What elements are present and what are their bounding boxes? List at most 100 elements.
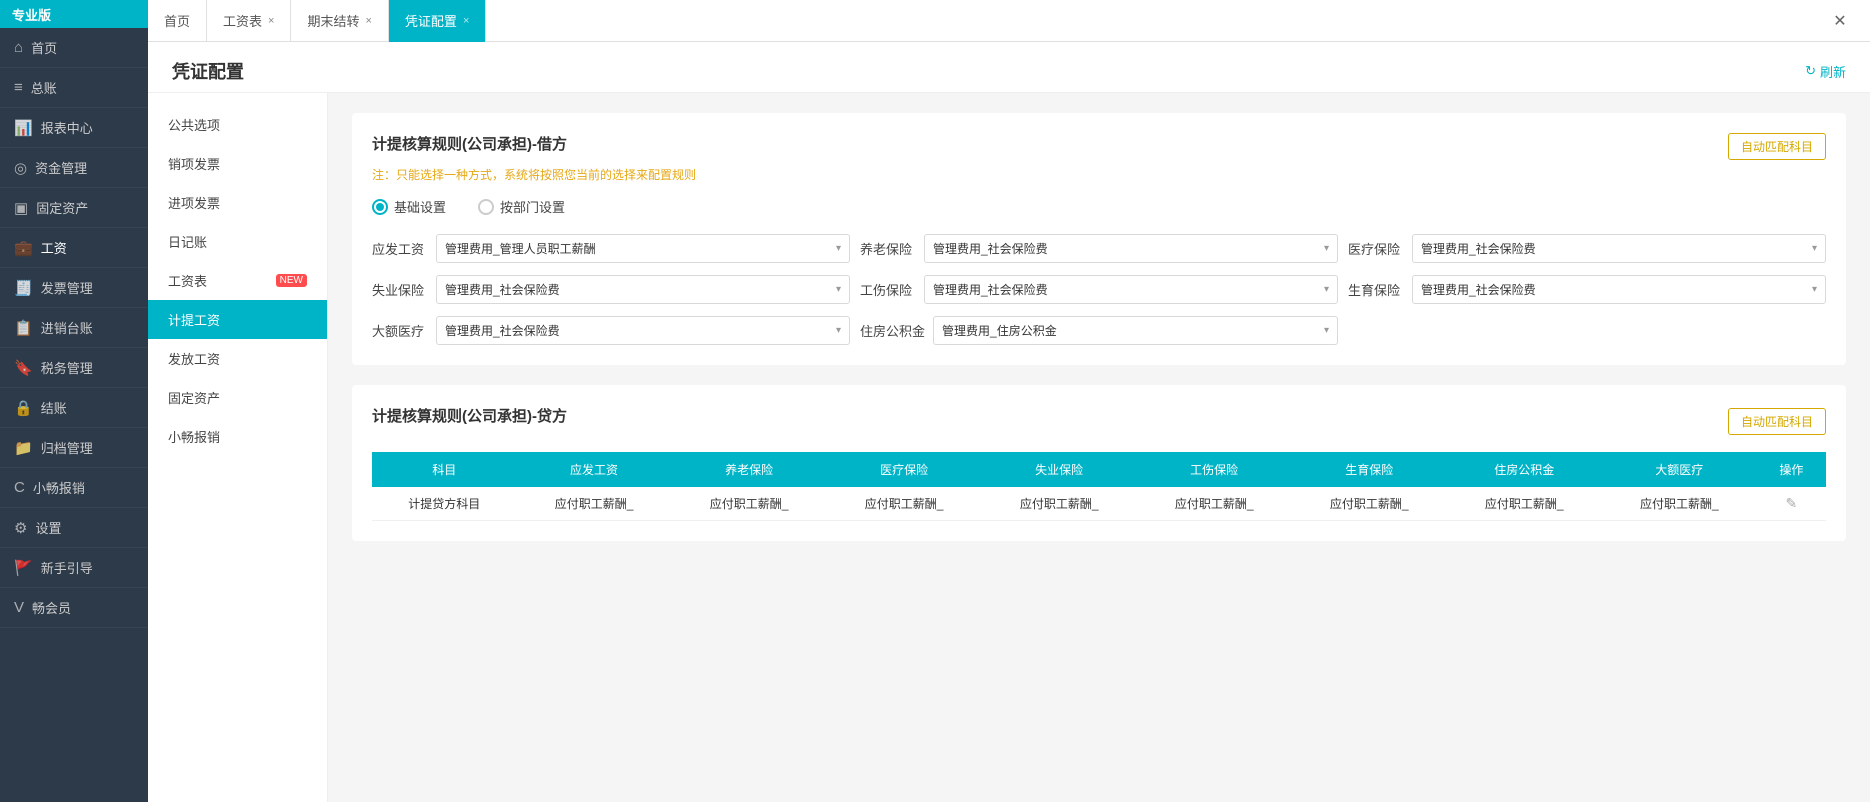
table-header-row: 科目 应发工资 养老保险 医疗保险 失业保险 工伤保险 生育保险 住房公积金 大… <box>372 452 1826 487</box>
cell-unemployment: 应付职工薪酬_ <box>982 487 1137 521</box>
side-nav-input-invoice[interactable]: 进项发票 <box>148 183 327 222</box>
sidebar: 专业版 ⌂ 首页 ≡ 总账 📊 报表中心 ◎ 资金管理 ▣ 固定资产 💼 工资 … <box>0 0 148 802</box>
field-pension-value: 管理费用_社会保险费 <box>933 240 1048 257</box>
field-major-medical: 大额医疗 管理费用_社会保险费 ▾ <box>372 316 850 345</box>
side-nav-calc-salary[interactable]: 计提工资 <box>148 300 327 339</box>
field-salary-select[interactable]: 管理费用_管理人员职工薪酬 ▾ <box>436 234 850 263</box>
field-unemployment: 失业保险 管理费用_社会保险费 ▾ <box>372 275 850 304</box>
tab-period-close[interactable]: 期末结转 × <box>291 0 388 42</box>
sidebar-item-invoice[interactable]: 🧾 发票管理 <box>0 268 148 308</box>
sidebar-item-member[interactable]: V 畅会员 <box>0 588 148 628</box>
cell-injury: 应付职工薪酬_ <box>1137 487 1292 521</box>
sidebar-item-home[interactable]: ⌂ 首页 <box>0 28 148 68</box>
ledger-icon: ≡ <box>14 79 23 96</box>
refresh-button[interactable]: ↻ 刷新 <box>1805 62 1846 81</box>
tab-period-close-close[interactable]: × <box>365 15 371 27</box>
side-nav-issue-salary[interactable]: 发放工资 <box>148 339 327 378</box>
field-housing-select[interactable]: 管理费用_住房公积金 ▾ <box>933 316 1338 345</box>
side-nav-label: 固定资产 <box>168 388 220 407</box>
table-row: 计提贷方科目 应付职工薪酬_ 应付职工薪酬_ 应付职工薪酬_ 应付职工薪酬_ 应… <box>372 487 1826 521</box>
debit-section-note: 注：只能选择一种方式，系统将按照您当前的选择来配置规则 <box>372 166 696 183</box>
sidebar-item-ledger[interactable]: ≡ 总账 <box>0 68 148 108</box>
sidebar-item-label: 结账 <box>41 398 67 417</box>
field-salary: 应发工资 管理费用_管理人员职工薪酬 ▾ <box>372 234 850 263</box>
side-nav-payroll-table[interactable]: 工资表 NEW <box>148 261 327 300</box>
tab-home[interactable]: 首页 <box>148 0 207 42</box>
topbar: 首页 工资表 × 期末结转 × 凭证配置 × ✕ <box>148 0 1870 42</box>
field-unemployment-select[interactable]: 管理费用_社会保险费 ▾ <box>436 275 850 304</box>
cell-medical: 应付职工薪酬_ <box>827 487 982 521</box>
side-nav-cancel-invoice[interactable]: 销项发票 <box>148 144 327 183</box>
field-medical-select[interactable]: 管理费用_社会保险费 ▾ <box>1412 234 1826 263</box>
field-pension-select[interactable]: 管理费用_社会保险费 ▾ <box>924 234 1338 263</box>
sidebar-item-label: 工资 <box>41 238 67 257</box>
side-nav: 公共选项 销项发票 进项发票 日记账 工资表 NEW 计提工资 发放工资 固 <box>148 93 328 802</box>
cell-salary: 应付职工薪酬_ <box>517 487 672 521</box>
sidebar-item-tax[interactable]: 🔖 税务管理 <box>0 348 148 388</box>
tab-period-close-label: 期末结转 <box>307 11 359 30</box>
content-wrapper: 公共选项 销项发票 进项发票 日记账 工资表 NEW 计提工资 发放工资 固 <box>148 93 1870 802</box>
sidebar-item-inout[interactable]: 📋 进销台账 <box>0 308 148 348</box>
page-title: 凭证配置 <box>172 58 244 84</box>
new-badge: NEW <box>276 274 307 287</box>
refresh-label: 刷新 <box>1820 62 1846 81</box>
xiao-report-icon: C <box>14 479 25 496</box>
field-injury: 工伤保险 管理费用_社会保险费 ▾ <box>860 275 1338 304</box>
field-medical: 医疗保险 管理费用_社会保险费 ▾ <box>1348 234 1826 263</box>
side-nav-fixed-assets[interactable]: 固定资产 <box>148 378 327 417</box>
edit-icon[interactable]: ✎ <box>1786 495 1798 511</box>
col-pension: 养老保险 <box>672 452 827 487</box>
tab-voucher-config-close[interactable]: × <box>463 15 469 27</box>
sidebar-item-label: 固定资产 <box>36 198 88 217</box>
inout-icon: 📋 <box>14 319 33 337</box>
debit-auto-match-button[interactable]: 自动匹配科目 <box>1728 133 1826 160</box>
sidebar-item-archive[interactable]: 📁 归档管理 <box>0 428 148 468</box>
col-injury: 工伤保险 <box>1137 452 1292 487</box>
field-maternity-select[interactable]: 管理费用_社会保险费 ▾ <box>1412 275 1826 304</box>
field-injury-value: 管理费用_社会保险费 <box>933 281 1048 298</box>
cell-action[interactable]: ✎ <box>1757 487 1826 521</box>
sidebar-item-fixed-assets[interactable]: ▣ 固定资产 <box>0 188 148 228</box>
field-medical-value: 管理费用_社会保险费 <box>1421 240 1536 257</box>
side-nav-label: 日记账 <box>168 232 207 251</box>
sidebar-item-salary[interactable]: 💼 工资 <box>0 228 148 268</box>
field-housing-label: 住房公积金 <box>860 321 925 340</box>
field-maternity: 生育保险 管理费用_社会保险费 ▾ <box>1348 275 1826 304</box>
side-nav-label: 工资表 <box>168 271 207 290</box>
sidebar-item-closing[interactable]: 🔒 结账 <box>0 388 148 428</box>
side-nav-label: 公共选项 <box>168 115 220 134</box>
window-close-button[interactable]: ✕ <box>1826 7 1854 35</box>
tab-payroll-close[interactable]: × <box>268 15 274 27</box>
field-maternity-value: 管理费用_社会保险费 <box>1421 281 1536 298</box>
field-major-medical-value: 管理费用_社会保险费 <box>445 322 560 339</box>
debit-section-title: 计提核算规则(公司承担)-借方 <box>372 133 696 154</box>
col-subject: 科目 <box>372 452 517 487</box>
sidebar-item-xiao-report[interactable]: C 小畅报销 <box>0 468 148 508</box>
salary-icon: 💼 <box>14 239 33 257</box>
credit-auto-match-button[interactable]: 自动匹配科目 <box>1728 408 1826 435</box>
col-housing: 住房公积金 <box>1447 452 1602 487</box>
funds-icon: ◎ <box>14 159 27 177</box>
radio-basic[interactable]: 基础设置 <box>372 197 446 216</box>
col-major-medical: 大额医疗 <box>1602 452 1757 487</box>
dropdown-arrow: ▾ <box>1324 325 1329 336</box>
sidebar-item-settings[interactable]: ⚙ 设置 <box>0 508 148 548</box>
radio-basic-label: 基础设置 <box>394 197 446 216</box>
radio-department[interactable]: 按部门设置 <box>478 197 565 216</box>
side-nav-public-options[interactable]: 公共选项 <box>148 105 327 144</box>
fixed-assets-icon: ▣ <box>14 199 28 217</box>
side-nav-small-report[interactable]: 小畅报销 <box>148 417 327 456</box>
sidebar-item-guide[interactable]: 🚩 新手引导 <box>0 548 148 588</box>
field-major-medical-select[interactable]: 管理费用_社会保险费 ▾ <box>436 316 850 345</box>
sidebar-item-label: 归档管理 <box>41 438 93 457</box>
sidebar-item-reports[interactable]: 📊 报表中心 <box>0 108 148 148</box>
tab-payroll[interactable]: 工资表 × <box>207 0 291 42</box>
radio-group: 基础设置 按部门设置 <box>372 197 1826 216</box>
sidebar-item-funds[interactable]: ◎ 资金管理 <box>0 148 148 188</box>
col-unemployment: 失业保险 <box>982 452 1137 487</box>
tab-voucher-config[interactable]: 凭证配置 × <box>389 0 486 42</box>
side-nav-journal[interactable]: 日记账 <box>148 222 327 261</box>
field-injury-select[interactable]: 管理费用_社会保险费 ▾ <box>924 275 1338 304</box>
main-area: 首页 工资表 × 期末结转 × 凭证配置 × ✕ 凭证配置 ↻ 刷新 公共选项 <box>148 0 1870 802</box>
credit-table: 科目 应发工资 养老保险 医疗保险 失业保险 工伤保险 生育保险 住房公积金 大… <box>372 452 1826 521</box>
